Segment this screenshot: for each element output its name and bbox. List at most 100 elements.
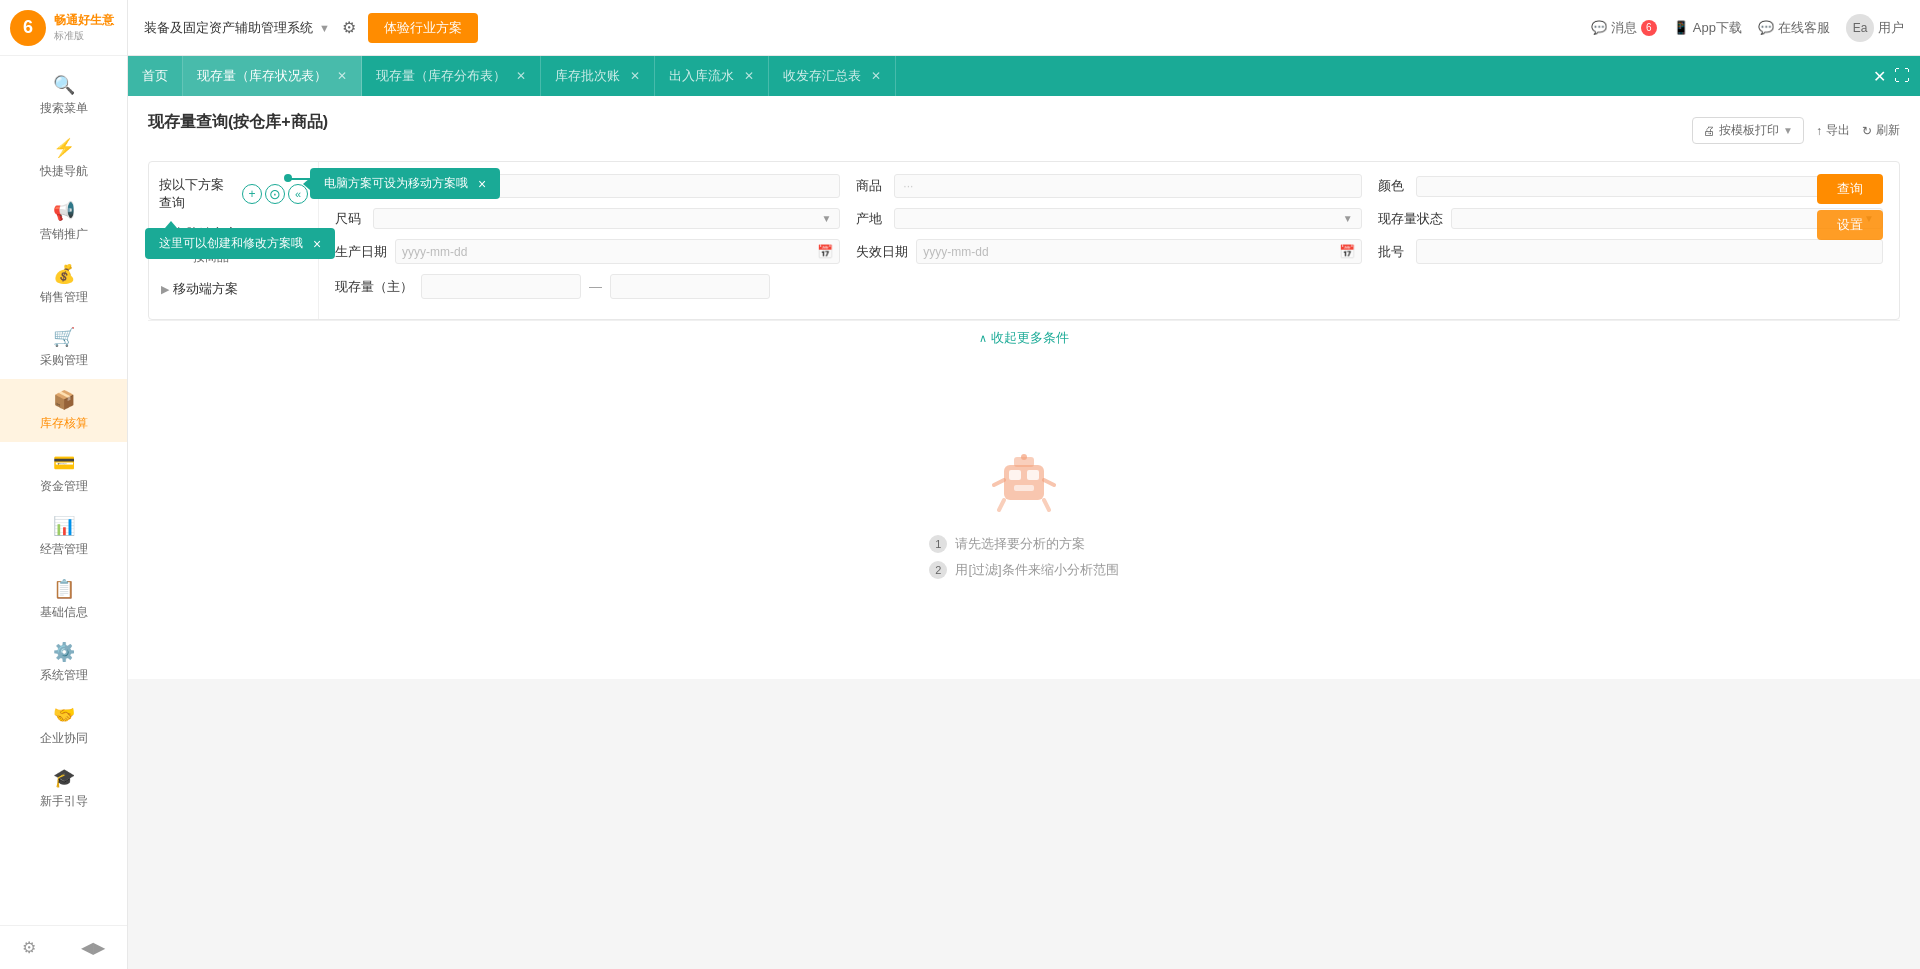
filter-product: 商品 ··· <box>856 174 1361 198</box>
filter-size: 尺码 ▼ <box>335 208 840 229</box>
tab-close-1[interactable]: ✕ <box>337 69 347 83</box>
step-num-2: 2 <box>929 561 947 579</box>
app-download-item[interactable]: 📱 App下载 <box>1673 19 1742 37</box>
filter-batch: 批号 <box>1378 239 1883 264</box>
basic-icon: 📋 <box>53 578 75 600</box>
filter-stock-status: 现存量状态 ▼ <box>1378 208 1883 229</box>
print-btn[interactable]: 🖨 按模板打印 ▼ <box>1692 117 1804 144</box>
sidebar-item-search[interactable]: 🔍 搜索菜单 <box>0 64 127 127</box>
header-right: 💬 消息 6 📱 App下载 💬 在线客服 Ea 用户 <box>1591 14 1904 42</box>
notification-item[interactable]: 💬 消息 6 <box>1591 19 1657 37</box>
tab-bar: 首页 现存量（库存状况表） ✕ 现存量（库存分布表） ✕ 库存批次账 ✕ 出入库… <box>128 56 1920 96</box>
tooltip-create-bubble: 这里可以创建和修改方案哦 × <box>145 228 335 259</box>
sidebar-item-inventory[interactable]: 📦 库存核算 <box>0 379 127 442</box>
batch-input[interactable] <box>1416 239 1883 264</box>
reset-btn[interactable]: 设置 <box>1817 210 1883 240</box>
expire-date-input[interactable]: yyyy-mm-dd 📅 <box>916 239 1361 264</box>
header-left: 装备及固定资产辅助管理系统 ▼ ⚙ 体验行业方案 <box>144 13 478 43</box>
tab-home[interactable]: 首页 <box>128 56 183 96</box>
tab-close-3[interactable]: ✕ <box>630 69 640 83</box>
sidebar-item-finance[interactable]: 💳 资金管理 <box>0 442 127 505</box>
guide-icon: 🎓 <box>53 767 75 789</box>
filter-row-2: 尺码 ▼ 产地 ▼ 现存量状态 <box>335 208 1883 229</box>
system-dropdown-arrow[interactable]: ▼ <box>319 22 330 34</box>
tooltip-arrow-left <box>303 178 310 190</box>
filter-expire-date: 失效日期 yyyy-mm-dd 📅 <box>856 239 1361 264</box>
scheme-actions: + ⊙ « <box>242 184 308 204</box>
main-content: 现存量查询(按仓库+商品) 🖨 按模板打印 ▼ ↑ 导出 ↻ 刷新 <box>128 96 1920 969</box>
tab-stock-dist[interactable]: 现存量（库存分布表） ✕ <box>362 56 541 96</box>
stock-max-input[interactable] <box>610 274 770 299</box>
enterprise-icon: 🤝 <box>53 704 75 726</box>
header-gear-icon[interactable]: ⚙ <box>342 18 356 37</box>
sidebar-item-nav[interactable]: ⚡ 快捷导航 <box>0 127 127 190</box>
empty-state: 1 请先选择要分析的方案 2 用[过滤]条件来缩小分析范围 <box>148 355 1900 663</box>
refresh-btn[interactable]: ↻ 刷新 <box>1862 122 1900 139</box>
tab-flow[interactable]: 出入库流水 ✕ <box>655 56 769 96</box>
tab-stock-status[interactable]: 现存量（库存状况表） ✕ <box>183 56 362 96</box>
sidebar-item-purchase[interactable]: 🛒 采购管理 <box>0 316 127 379</box>
tooltip-scheme-close-btn[interactable]: × <box>478 176 486 192</box>
product-input[interactable]: ··· <box>894 174 1361 198</box>
svg-line-5 <box>1044 480 1054 485</box>
user-item[interactable]: Ea 用户 <box>1846 14 1904 42</box>
sidebar-item-enterprise[interactable]: 🤝 企业协同 <box>0 694 127 757</box>
tab-close-2[interactable]: ✕ <box>516 69 526 83</box>
svg-rect-0 <box>1004 465 1044 500</box>
support-icon: 💬 <box>1758 20 1774 35</box>
trial-btn[interactable]: 体验行业方案 <box>368 13 478 43</box>
notification-badge: 6 <box>1641 20 1657 36</box>
empty-step-2: 2 用[过滤]条件来缩小分析范围 <box>929 557 1118 583</box>
refresh-icon: ↻ <box>1862 124 1872 138</box>
tab-summary[interactable]: 收发存汇总表 ✕ <box>769 56 896 96</box>
sidebar-item-guide[interactable]: 🎓 新手引导 <box>0 757 127 820</box>
sidebar-item-system[interactable]: ⚙️ 系统管理 <box>0 631 127 694</box>
tab-close-all[interactable]: ✕ <box>1873 67 1886 86</box>
tab-fullscreen[interactable]: ⛶ <box>1894 67 1910 85</box>
origin-select[interactable]: ▼ <box>894 208 1361 229</box>
tab-close-4[interactable]: ✕ <box>744 69 754 83</box>
settings-icon[interactable]: ⚙ <box>22 938 36 957</box>
add-scheme-btn[interactable]: + <box>242 184 262 204</box>
tab-batch[interactable]: 库存批次账 ✕ <box>541 56 655 96</box>
svg-rect-3 <box>1014 485 1034 491</box>
origin-dropdown-arrow: ▼ <box>1343 213 1353 224</box>
system-name: 装备及固定资产辅助管理系统 ▼ <box>144 19 330 37</box>
size-select[interactable]: ▼ <box>373 208 840 229</box>
avatar: Ea <box>1846 14 1874 42</box>
step-num-1: 1 <box>929 535 947 553</box>
svg-rect-1 <box>1009 470 1021 480</box>
sidebar-item-sales[interactable]: 💰 销售管理 <box>0 253 127 316</box>
search-icon: 🔍 <box>53 74 75 96</box>
stock-min-input[interactable] <box>421 274 581 299</box>
query-buttons: 查询 设置 <box>1817 174 1883 240</box>
online-support-item[interactable]: 💬 在线客服 <box>1758 19 1830 37</box>
tab-bar-right: ✕ ⛶ <box>1863 67 1920 86</box>
marketing-icon: 📢 <box>53 200 75 222</box>
logo-icon: 6 <box>10 10 46 46</box>
sidebar-item-basic[interactable]: 📋 基础信息 <box>0 568 127 631</box>
logo-text: 畅通好生意 标准版 <box>54 12 114 43</box>
edit-scheme-btn[interactable]: ⊙ <box>265 184 285 204</box>
tooltip-scheme: 电脑方案可设为移动方案哦 × <box>310 168 500 199</box>
collapse-up-icon: ∧ <box>979 332 987 344</box>
svg-rect-2 <box>1027 470 1039 480</box>
export-icon: ↑ <box>1816 124 1822 138</box>
sidebar-item-marketing[interactable]: 📢 营销推广 <box>0 190 127 253</box>
tab-close-5[interactable]: ✕ <box>871 69 881 83</box>
sidebar-item-management[interactable]: 📊 经营管理 <box>0 505 127 568</box>
collapse-bar[interactable]: ∧ 收起更多条件 <box>148 320 1900 355</box>
color-select[interactable]: ▼ <box>1416 176 1883 197</box>
nav-icon: ⚡ <box>53 137 75 159</box>
print-icon: 🖨 <box>1703 124 1715 138</box>
prod-date-calendar-icon: 📅 <box>817 244 833 259</box>
scheme-mobile[interactable]: ▶ 移动端方案 <box>149 277 318 301</box>
query-btn[interactable]: 查询 <box>1817 174 1883 204</box>
export-btn[interactable]: ↑ 导出 <box>1816 122 1850 139</box>
filter-row-1: 仓库 ··· 商品 ··· 颜色 <box>335 174 1883 198</box>
tooltip-create-close-btn[interactable]: × <box>313 236 321 252</box>
filter-right: 仓库 ··· 商品 ··· 颜色 <box>319 162 1899 319</box>
prod-date-input[interactable]: yyyy-mm-dd 📅 <box>395 239 840 264</box>
collapse-icon[interactable]: ◀▶ <box>81 938 105 957</box>
header: 装备及固定资产辅助管理系统 ▼ ⚙ 体验行业方案 💬 消息 6 📱 App下载 … <box>128 0 1920 56</box>
